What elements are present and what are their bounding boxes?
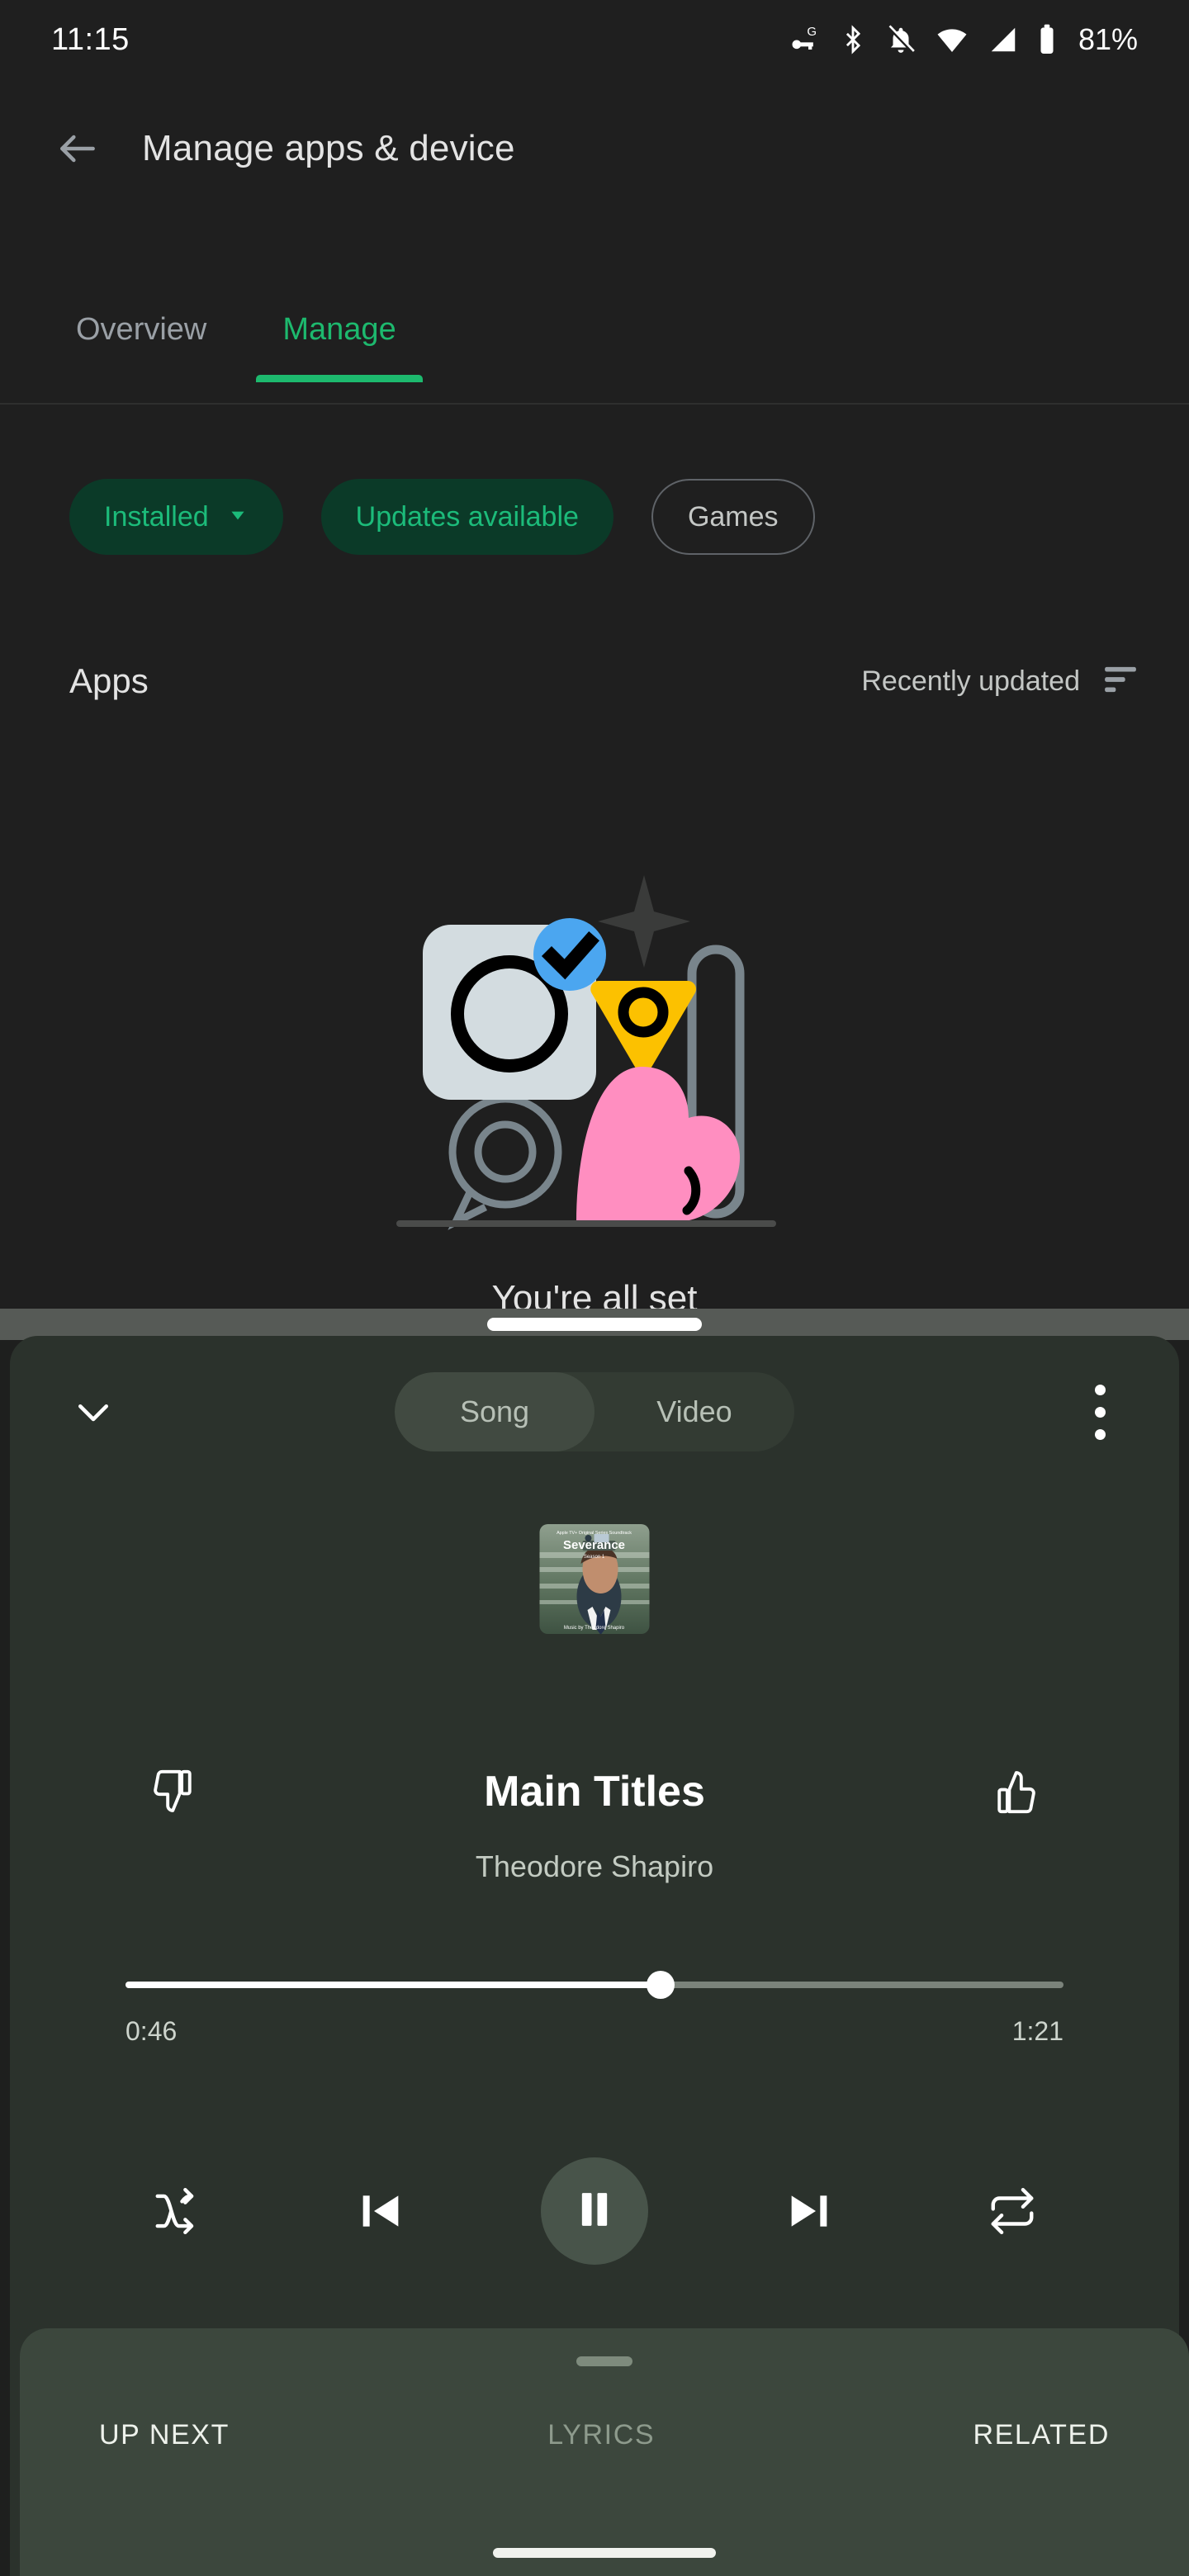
segment-song-label: Song xyxy=(459,1395,530,1428)
sort-control[interactable]: Recently updated xyxy=(861,665,1139,698)
wifi-icon xyxy=(935,23,969,56)
seek-track[interactable] xyxy=(126,1971,1063,1999)
player-top-bar: Song Video xyxy=(10,1362,1179,1461)
album-art[interactable]: Apple TV+ Original Series Soundtrack Sev… xyxy=(539,1524,650,1634)
segment-video[interactable]: Video xyxy=(594,1372,794,1451)
tab-overview[interactable]: Overview xyxy=(38,281,244,381)
svg-text:G: G xyxy=(807,25,817,39)
sort-icon xyxy=(1101,665,1139,698)
tab-up-next[interactable]: UP NEXT xyxy=(99,2419,230,2451)
bottom-sheet[interactable]: UP NEXT LYRICS RELATED xyxy=(20,2328,1189,2576)
notifications-off-icon xyxy=(885,23,917,56)
shuffle-icon[interactable] xyxy=(134,2168,220,2254)
bluetooth-icon xyxy=(839,23,867,56)
elapsed-time: 0:46 xyxy=(126,2016,178,2046)
status-icons: G 81% xyxy=(788,22,1138,57)
thumb-down-icon[interactable] xyxy=(134,1754,210,1830)
status-bar: 11:15 G 81% xyxy=(0,0,1189,79)
chip-updates-available[interactable]: Updates available xyxy=(320,479,613,555)
tab-manage-label: Manage xyxy=(282,312,396,347)
svg-text:Music by Theodore Shapiro: Music by Theodore Shapiro xyxy=(564,1626,625,1631)
cellular-signal-icon xyxy=(988,23,1019,56)
segment-video-label: Video xyxy=(656,1395,732,1428)
skip-next-icon[interactable] xyxy=(766,2168,852,2254)
status-time: 11:15 xyxy=(51,21,130,57)
more-vert-icon[interactable] xyxy=(1067,1372,1133,1451)
sheet-tab-bar: UP NEXT LYRICS RELATED xyxy=(20,2419,1189,2451)
segment-song[interactable]: Song xyxy=(395,1372,594,1451)
artist-name: Theodore Shapiro xyxy=(475,1849,714,1883)
time-labels: 0:46 1:21 xyxy=(126,2016,1063,2047)
filter-chips: Installed Updates available Games xyxy=(0,479,1189,555)
home-gesture-bar[interactable] xyxy=(493,2548,716,2558)
tab-manage[interactable]: Manage xyxy=(244,281,433,382)
seek-thumb[interactable] xyxy=(646,1971,675,1999)
svg-text:Severance: Severance xyxy=(563,1538,625,1552)
sort-label: Recently updated xyxy=(861,665,1080,697)
tab-active-underline xyxy=(256,375,423,382)
seek-bar[interactable]: 0:46 1:21 xyxy=(126,1971,1063,2047)
pause-icon xyxy=(571,2186,618,2237)
thumb-up-icon[interactable] xyxy=(979,1754,1055,1830)
song-title: Main Titles xyxy=(484,1768,705,1816)
page-title: Manage apps & device xyxy=(142,128,515,168)
sheet-drag-handle[interactable] xyxy=(576,2356,632,2366)
play-store-screen: 11:15 G 81% Manage apps & device Overvie… xyxy=(0,0,1189,1319)
chip-installed-label: Installed xyxy=(104,500,209,533)
chip-games[interactable]: Games xyxy=(651,479,815,555)
arrow-back-icon[interactable] xyxy=(38,109,117,188)
chip-games-label: Games xyxy=(687,500,779,533)
chip-installed[interactable]: Installed xyxy=(69,479,283,555)
svg-text:Apple TV+ Original Series Soun: Apple TV+ Original Series Soundtrack xyxy=(557,1531,632,1536)
duration-time: 1:21 xyxy=(1011,2016,1063,2046)
seek-progress xyxy=(126,1982,661,1988)
repeat-icon[interactable] xyxy=(969,2168,1055,2254)
song-video-toggle: Song Video xyxy=(395,1372,794,1451)
apps-all-set-illustration xyxy=(380,834,809,1263)
tab-lyrics[interactable]: LYRICS xyxy=(547,2419,655,2451)
tab-bar: Overview Manage xyxy=(0,281,1189,405)
music-player: Song Video Apple TV+ Original Series Sou… xyxy=(10,1336,1189,2576)
skip-previous-icon[interactable] xyxy=(338,2168,424,2254)
app-bar: Manage apps & device xyxy=(0,91,1189,206)
chevron-down-icon[interactable] xyxy=(56,1375,130,1449)
battery-percent: 81% xyxy=(1078,22,1138,56)
apps-section-title: Apps xyxy=(69,661,149,700)
empty-state: You're all set xyxy=(0,834,1189,1319)
tab-related[interactable]: RELATED xyxy=(973,2419,1110,2451)
vpn-key-g-icon: G xyxy=(788,23,821,56)
now-playing-row: Main Titles xyxy=(10,1742,1179,1841)
chevron-down-icon xyxy=(227,501,249,533)
play-pause-button[interactable] xyxy=(541,2157,648,2265)
battery-icon xyxy=(1037,23,1057,56)
home-gesture-pill[interactable] xyxy=(487,1318,702,1331)
tab-overview-label: Overview xyxy=(76,312,207,347)
playback-controls xyxy=(10,2129,1179,2294)
chip-updates-available-label: Updates available xyxy=(355,500,579,533)
svg-text:Season 1: Season 1 xyxy=(584,1555,605,1560)
apps-section-header: Apps Recently updated xyxy=(0,640,1189,722)
